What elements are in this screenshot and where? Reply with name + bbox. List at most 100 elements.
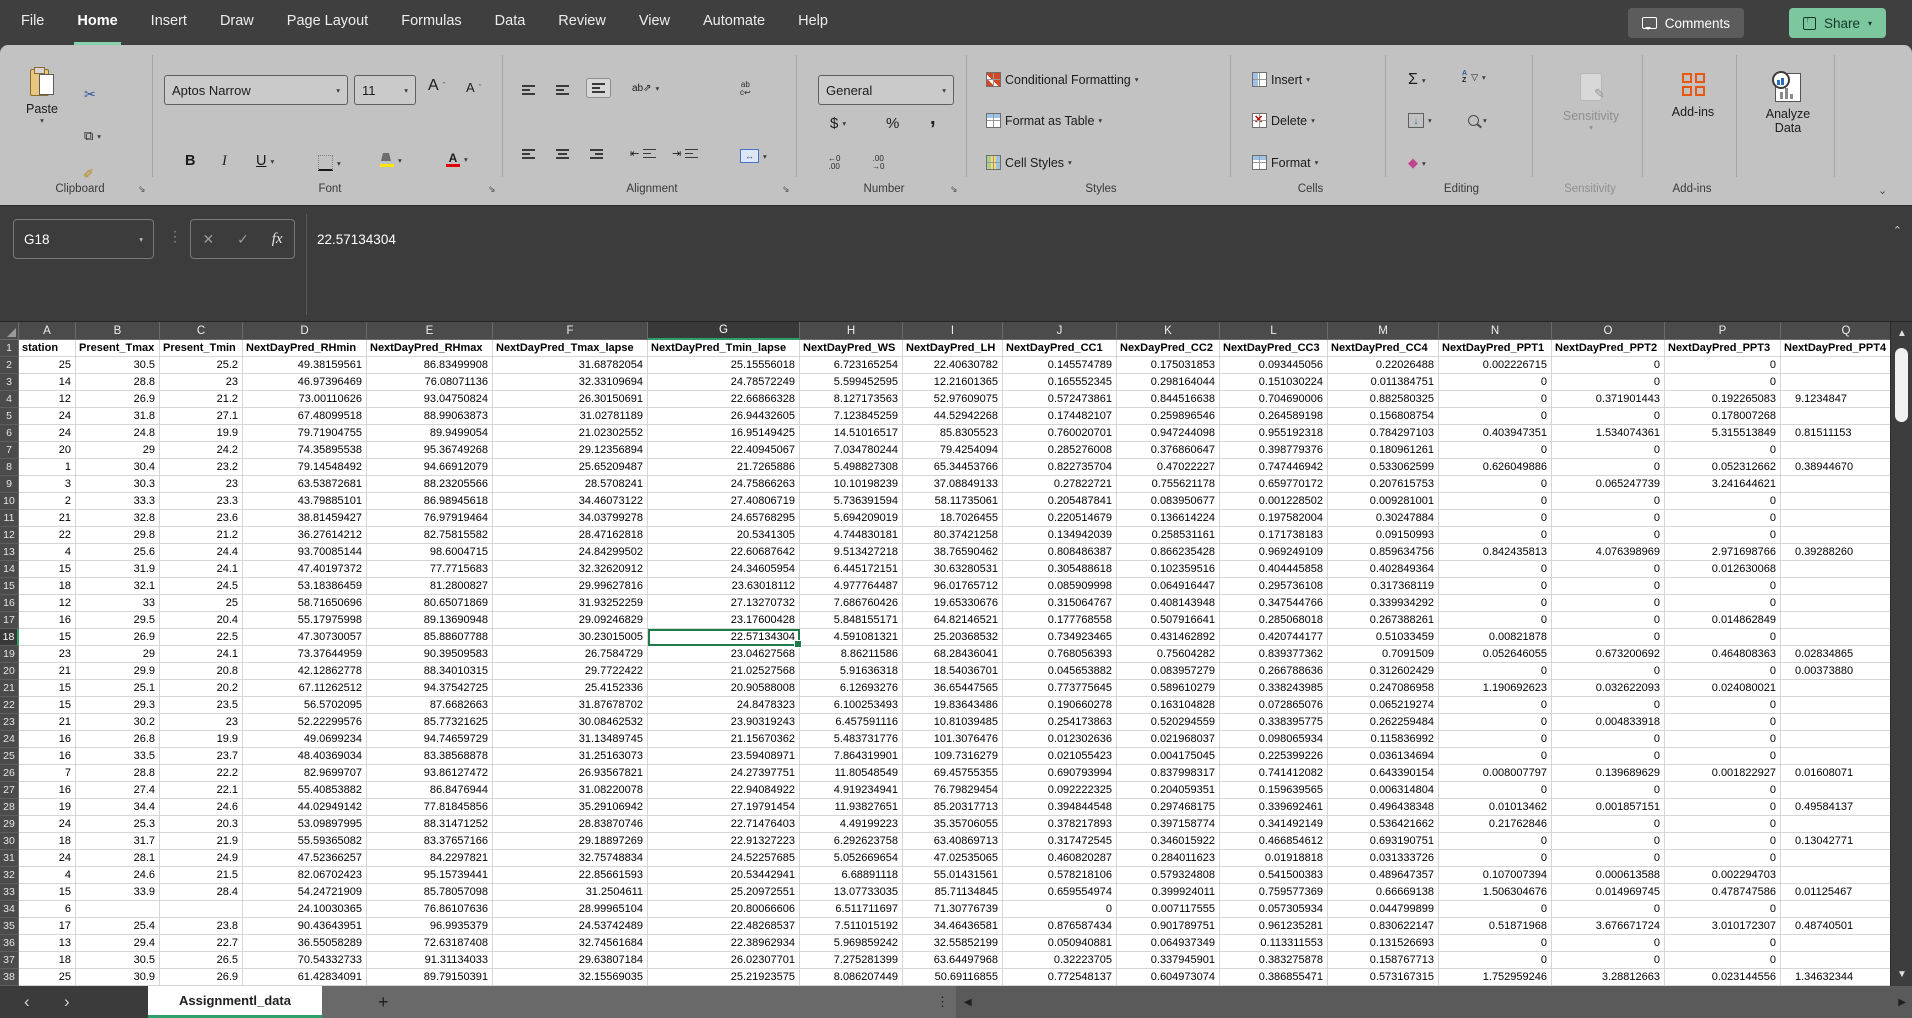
cell-O16[interactable]: 0 <box>1552 595 1665 612</box>
cell-E34[interactable]: 76.86107636 <box>367 901 493 918</box>
cell-O7[interactable]: 0 <box>1552 442 1665 459</box>
cell-C32[interactable]: 21.5 <box>160 867 243 884</box>
row-header-8[interactable]: 8 <box>0 459 19 476</box>
cell-E2[interactable]: 86.83499908 <box>367 357 493 374</box>
cell-C24[interactable]: 19.9 <box>160 731 243 748</box>
cell-I32[interactable]: 55.01431561 <box>903 867 1003 884</box>
cell-F23[interactable]: 30.08462532 <box>493 714 648 731</box>
shrink-font-button[interactable]: Aˇ <box>466 80 482 95</box>
cell-E18[interactable]: 85.88607788 <box>367 629 493 646</box>
cell-L22[interactable]: 0.072865076 <box>1220 697 1328 714</box>
cell-P35[interactable]: 3.010172307 <box>1665 918 1781 935</box>
cell-F10[interactable]: 34.46073122 <box>493 493 648 510</box>
cell-M14[interactable]: 0.402849364 <box>1328 561 1439 578</box>
cell-K21[interactable]: 0.589610279 <box>1117 680 1220 697</box>
cell-G32[interactable]: 20.53442941 <box>648 867 800 884</box>
cell-J9[interactable]: 0.27822721 <box>1003 476 1117 493</box>
cell-G26[interactable]: 24.27397751 <box>648 765 800 782</box>
cell-F24[interactable]: 31.13489745 <box>493 731 648 748</box>
cell-N30[interactable]: 0 <box>1439 833 1552 850</box>
cell-B20[interactable]: 29.9 <box>76 663 160 680</box>
cell-M32[interactable]: 0.489647357 <box>1328 867 1439 884</box>
font-color-button[interactable]: A ▾ <box>446 151 468 167</box>
cell-K13[interactable]: 0.866235428 <box>1117 544 1220 561</box>
cell-I10[interactable]: 58.11735061 <box>903 493 1003 510</box>
cell-B22[interactable]: 29.3 <box>76 697 160 714</box>
cell-J26[interactable]: 0.690793994 <box>1003 765 1117 782</box>
cell-J6[interactable]: 0.760020701 <box>1003 425 1117 442</box>
cell-O32[interactable]: 0.000613588 <box>1552 867 1665 884</box>
collapse-ribbon-icon[interactable]: ⌄ <box>1878 184 1887 197</box>
cell-P36[interactable]: 0 <box>1665 935 1781 952</box>
cell-C25[interactable]: 23.7 <box>160 748 243 765</box>
cell-C37[interactable]: 26.5 <box>160 952 243 969</box>
cell-F12[interactable]: 28.47162818 <box>493 527 648 544</box>
cell-F27[interactable]: 31.08220078 <box>493 782 648 799</box>
cell-P27[interactable]: 0 <box>1665 782 1781 799</box>
cell-C4[interactable]: 21.2 <box>160 391 243 408</box>
cell-J14[interactable]: 0.305488618 <box>1003 561 1117 578</box>
cell-L38[interactable]: 0.386855471 <box>1220 969 1328 986</box>
cell-K14[interactable]: 0.102359516 <box>1117 561 1220 578</box>
cell-M33[interactable]: 0.66669138 <box>1328 884 1439 901</box>
cell-M31[interactable]: 0.031333726 <box>1328 850 1439 867</box>
cell-L8[interactable]: 0.747446942 <box>1220 459 1328 476</box>
row-header-37[interactable]: 37 <box>0 952 19 969</box>
cell-C9[interactable]: 23 <box>160 476 243 493</box>
cell-J34[interactable]: 0 <box>1003 901 1117 918</box>
cell-E12[interactable]: 82.75815582 <box>367 527 493 544</box>
menu-tab-automate[interactable]: Automate <box>700 0 768 45</box>
menu-tab-data[interactable]: Data <box>492 0 529 45</box>
cell-H28[interactable]: 11.93827651 <box>800 799 903 816</box>
cell-C14[interactable]: 24.1 <box>160 561 243 578</box>
row-header-19[interactable]: 19 <box>0 646 19 663</box>
cell-N29[interactable]: 0.21762846 <box>1439 816 1552 833</box>
cell-K23[interactable]: 0.520294559 <box>1117 714 1220 731</box>
cell-K38[interactable]: 0.604973074 <box>1117 969 1220 986</box>
insert-function-icon[interactable]: fx <box>272 231 283 248</box>
collapse-formula-bar-icon[interactable]: ⌃ <box>1893 224 1902 237</box>
cell-P9[interactable]: 3.241644621 <box>1665 476 1781 493</box>
cell-E19[interactable]: 90.39509583 <box>367 646 493 663</box>
cell-D26[interactable]: 82.9699707 <box>243 765 367 782</box>
cell-C26[interactable]: 22.2 <box>160 765 243 782</box>
cell-O27[interactable]: 0 <box>1552 782 1665 799</box>
cell-E13[interactable]: 98.6004715 <box>367 544 493 561</box>
cell-B4[interactable]: 26.9 <box>76 391 160 408</box>
cell-E21[interactable]: 94.37542725 <box>367 680 493 697</box>
cell-D19[interactable]: 73.37644959 <box>243 646 367 663</box>
cell-P30[interactable]: 0 <box>1665 833 1781 850</box>
cell-O12[interactable]: 0 <box>1552 527 1665 544</box>
cell-M29[interactable]: 0.536421662 <box>1328 816 1439 833</box>
cell-F6[interactable]: 21.02302552 <box>493 425 648 442</box>
cell-E8[interactable]: 94.66912079 <box>367 459 493 476</box>
cell-L16[interactable]: 0.347544766 <box>1220 595 1328 612</box>
cell-K33[interactable]: 0.399924011 <box>1117 884 1220 901</box>
cell-H13[interactable]: 9.513427218 <box>800 544 903 561</box>
cut-button[interactable]: ✂ <box>84 86 96 103</box>
row-header-26[interactable]: 26 <box>0 765 19 782</box>
cell-D3[interactable]: 46.97396469 <box>243 374 367 391</box>
row-header-21[interactable]: 21 <box>0 680 19 697</box>
cell-C2[interactable]: 25.2 <box>160 357 243 374</box>
sort-filter-button[interactable]: A Z ▽ ▾ <box>1462 70 1486 84</box>
cell-N34[interactable]: 0 <box>1439 901 1552 918</box>
row-header-38[interactable]: 38 <box>0 969 19 986</box>
cell-B26[interactable]: 28.8 <box>76 765 160 782</box>
cell-A34[interactable]: 6 <box>19 901 76 918</box>
name-box[interactable]: G18 ▾ <box>13 219 154 259</box>
cell-H36[interactable]: 5.969859242 <box>800 935 903 952</box>
cell-A29[interactable]: 24 <box>19 816 76 833</box>
cell-P10[interactable]: 0 <box>1665 493 1781 510</box>
row-header-13[interactable]: 13 <box>0 544 19 561</box>
cell-M7[interactable]: 0.180961261 <box>1328 442 1439 459</box>
cell-L2[interactable]: 0.093445056 <box>1220 357 1328 374</box>
cell-D34[interactable]: 24.10030365 <box>243 901 367 918</box>
cell-K22[interactable]: 0.163104828 <box>1117 697 1220 714</box>
cell-H19[interactable]: 8.86211586 <box>800 646 903 663</box>
cell-G12[interactable]: 20.5341305 <box>648 527 800 544</box>
row-header-10[interactable]: 10 <box>0 493 19 510</box>
cell-E32[interactable]: 95.15739441 <box>367 867 493 884</box>
cell-P22[interactable]: 0 <box>1665 697 1781 714</box>
cell-M17[interactable]: 0.267388261 <box>1328 612 1439 629</box>
